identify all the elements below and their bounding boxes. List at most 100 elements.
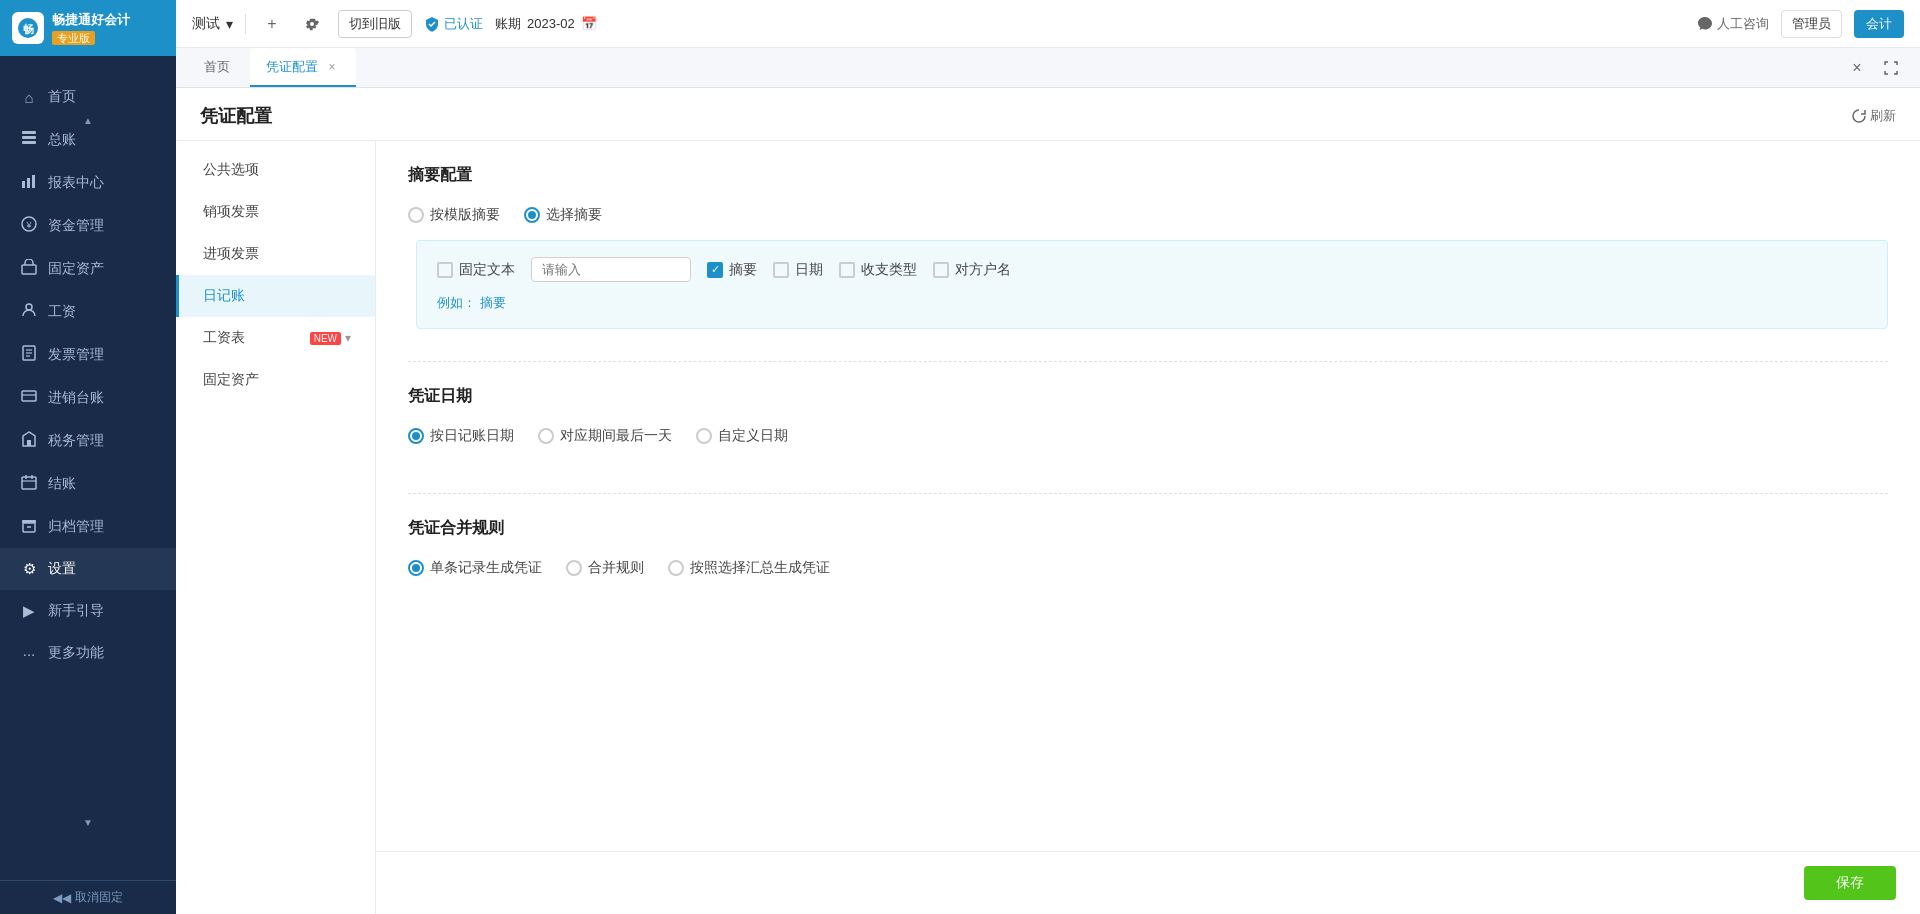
example-prefix: 例如： <box>437 295 476 310</box>
checkbox-summary[interactable]: ✓ 摘要 <box>707 261 757 279</box>
more-icon: ··· <box>20 645 38 662</box>
main-area: 测试 ▾ + 切到旧版 已认证 账期 2023-02 📅 人工咨询 管理员 会计 <box>176 0 1920 914</box>
svg-point-11 <box>26 304 32 310</box>
svg-rect-3 <box>22 136 36 139</box>
example-content: 摘要 <box>480 295 506 310</box>
sidebar-item-more[interactable]: ··· 更多功能 <box>0 632 176 674</box>
sidebar-item-settings[interactable]: ⚙ 设置 <box>0 548 176 590</box>
checkbox-date-box <box>773 262 789 278</box>
sidebar-item-archive[interactable]: 归档管理 <box>0 505 176 548</box>
left-nav-payroll-label: 工资表 <box>203 329 245 347</box>
sidebar-item-report[interactable]: 报表中心 <box>0 161 176 204</box>
date-config-section: 凭证日期 按日记账日期 对应期间最后一天 <box>408 386 1888 494</box>
cancel-fixed-btn[interactable]: ◀◀ 取消固定 <box>0 880 176 914</box>
sidebar-item-tax[interactable]: 税务管理 <box>0 419 176 462</box>
sidebar-label-close: 结账 <box>48 475 76 493</box>
sidebar-label-ledger: 总账 <box>48 131 76 149</box>
settings-icon: ⚙ <box>20 560 38 578</box>
sidebar-item-close[interactable]: 结账 <box>0 462 176 505</box>
sidebar-label-home: 首页 <box>48 88 76 106</box>
tax-icon <box>20 431 38 450</box>
svg-text:畅: 畅 <box>23 23 34 35</box>
checkbox-income-type-box <box>839 262 855 278</box>
svg-rect-5 <box>22 181 25 188</box>
sidebar-item-guide[interactable]: ▶ 新手引导 <box>0 590 176 632</box>
left-nav-sales[interactable]: 销项发票 <box>176 191 375 233</box>
project-selector[interactable]: 测试 ▾ <box>192 15 233 33</box>
add-button[interactable]: + <box>258 10 286 38</box>
sidebar-label-guide: 新手引导 <box>48 602 104 620</box>
consult-button[interactable]: 人工咨询 <box>1697 15 1769 33</box>
date-label: 日期 <box>795 261 823 279</box>
left-nav-public[interactable]: 公共选项 <box>176 149 375 191</box>
tab-voucher-config[interactable]: 凭证配置 × <box>250 48 356 87</box>
save-button[interactable]: 保存 <box>1804 866 1896 900</box>
radio-template-summary[interactable]: 按模版摘要 <box>408 206 500 224</box>
settings-button[interactable] <box>298 10 326 38</box>
tab-close-icon[interactable]: × <box>324 59 340 75</box>
old-version-button[interactable]: 切到旧版 <box>338 10 412 38</box>
cancel-fixed-label: 取消固定 <box>75 889 123 906</box>
left-nav-journal[interactable]: 日记账 <box>176 275 375 317</box>
svg-rect-7 <box>32 175 35 188</box>
radio-journal-date-label: 按日记账日期 <box>430 427 514 445</box>
sidebar-label-invoice: 发票管理 <box>48 346 104 364</box>
project-name: 测试 <box>192 15 220 33</box>
refresh-button[interactable]: 刷新 <box>1852 107 1896 125</box>
tab-close-window-icon[interactable]: × <box>1844 55 1870 81</box>
radio-select-summary[interactable]: 选择摘要 <box>524 206 602 224</box>
radio-select-merge-circle <box>668 560 684 576</box>
project-dropdown-icon: ▾ <box>226 16 233 32</box>
radio-period-last[interactable]: 对应期间最后一天 <box>538 427 672 445</box>
sidebar-item-invoice[interactable]: 发票管理 <box>0 333 176 376</box>
income-type-label: 收支类型 <box>861 261 917 279</box>
sidebar-scroll-up[interactable]: ▲ <box>0 112 176 128</box>
invoice-icon <box>20 345 38 364</box>
sidebar-scroll-down[interactable]: ▼ <box>0 814 176 830</box>
left-nav-purchase[interactable]: 进项发票 <box>176 233 375 275</box>
radio-select-merge[interactable]: 按照选择汇总生成凭证 <box>668 559 830 577</box>
sidebar-item-asset[interactable]: 固定资产 <box>0 247 176 290</box>
summary-radio-group: 按模版摘要 选择摘要 <box>408 206 1888 224</box>
new-badge: NEW <box>310 332 341 345</box>
radio-merge-rule-label: 合并规则 <box>588 559 644 577</box>
sidebar-label-fund: 资金管理 <box>48 217 104 235</box>
sidebar-item-payroll[interactable]: 工资 <box>0 290 176 333</box>
sidebar-label-sales-purchase: 进销台账 <box>48 389 104 407</box>
radio-custom-date[interactable]: 自定义日期 <box>696 427 788 445</box>
radio-select-circle <box>524 207 540 223</box>
left-nav-fixed-asset[interactable]: 固定资产 <box>176 359 375 401</box>
edition-badge: 专业版 <box>52 31 95 45</box>
fixed-text-input[interactable] <box>531 257 691 282</box>
left-navigation: 公共选项 销项发票 进项发票 日记账 工资表 NEW ▾ <box>176 141 376 914</box>
checkbox-counterpart[interactable]: 对方户名 <box>933 261 1011 279</box>
sidebar-item-sales-purchase[interactable]: 进销台账 <box>0 376 176 419</box>
checkbox-date[interactable]: 日期 <box>773 261 823 279</box>
tab-home[interactable]: 首页 <box>188 48 246 87</box>
left-nav-payroll[interactable]: 工资表 NEW ▾ <box>176 317 375 359</box>
sidebar-item-fund[interactable]: ¥ 资金管理 <box>0 204 176 247</box>
page-footer: 保存 <box>376 851 1920 914</box>
example-row: 例如： 摘要 <box>437 294 1867 312</box>
summary-label: 摘要 <box>729 261 757 279</box>
checkbox-fixed-text[interactable]: 固定文本 <box>437 261 515 279</box>
checkbox-income-type[interactable]: 收支类型 <box>839 261 917 279</box>
consult-label: 人工咨询 <box>1717 15 1769 33</box>
calendar-icon[interactable]: 📅 <box>581 16 597 31</box>
svg-rect-19 <box>22 477 36 489</box>
user-button[interactable]: 管理员 <box>1781 10 1842 38</box>
svg-rect-10 <box>22 265 36 274</box>
merge-config-section: 凭证合并规则 单条记录生成凭证 合并规则 <box>408 518 1888 625</box>
svg-text:¥: ¥ <box>25 220 32 230</box>
radio-single-record[interactable]: 单条记录生成凭证 <box>408 559 542 577</box>
sidebar-label-asset: 固定资产 <box>48 260 104 278</box>
topbar-divider-1 <box>245 14 246 34</box>
tab-fullscreen-icon[interactable] <box>1878 55 1904 81</box>
radio-merge-rule[interactable]: 合并规则 <box>566 559 644 577</box>
radio-journal-date[interactable]: 按日记账日期 <box>408 427 514 445</box>
tab-bar: 首页 凭证配置 × × <box>176 48 1920 88</box>
left-nav-sales-label: 销项发票 <box>203 203 259 219</box>
left-nav-public-label: 公共选项 <box>203 161 259 177</box>
role-button[interactable]: 会计 <box>1854 10 1904 38</box>
sidebar-logo: 畅 畅捷通好会计 专业版 <box>0 0 176 56</box>
